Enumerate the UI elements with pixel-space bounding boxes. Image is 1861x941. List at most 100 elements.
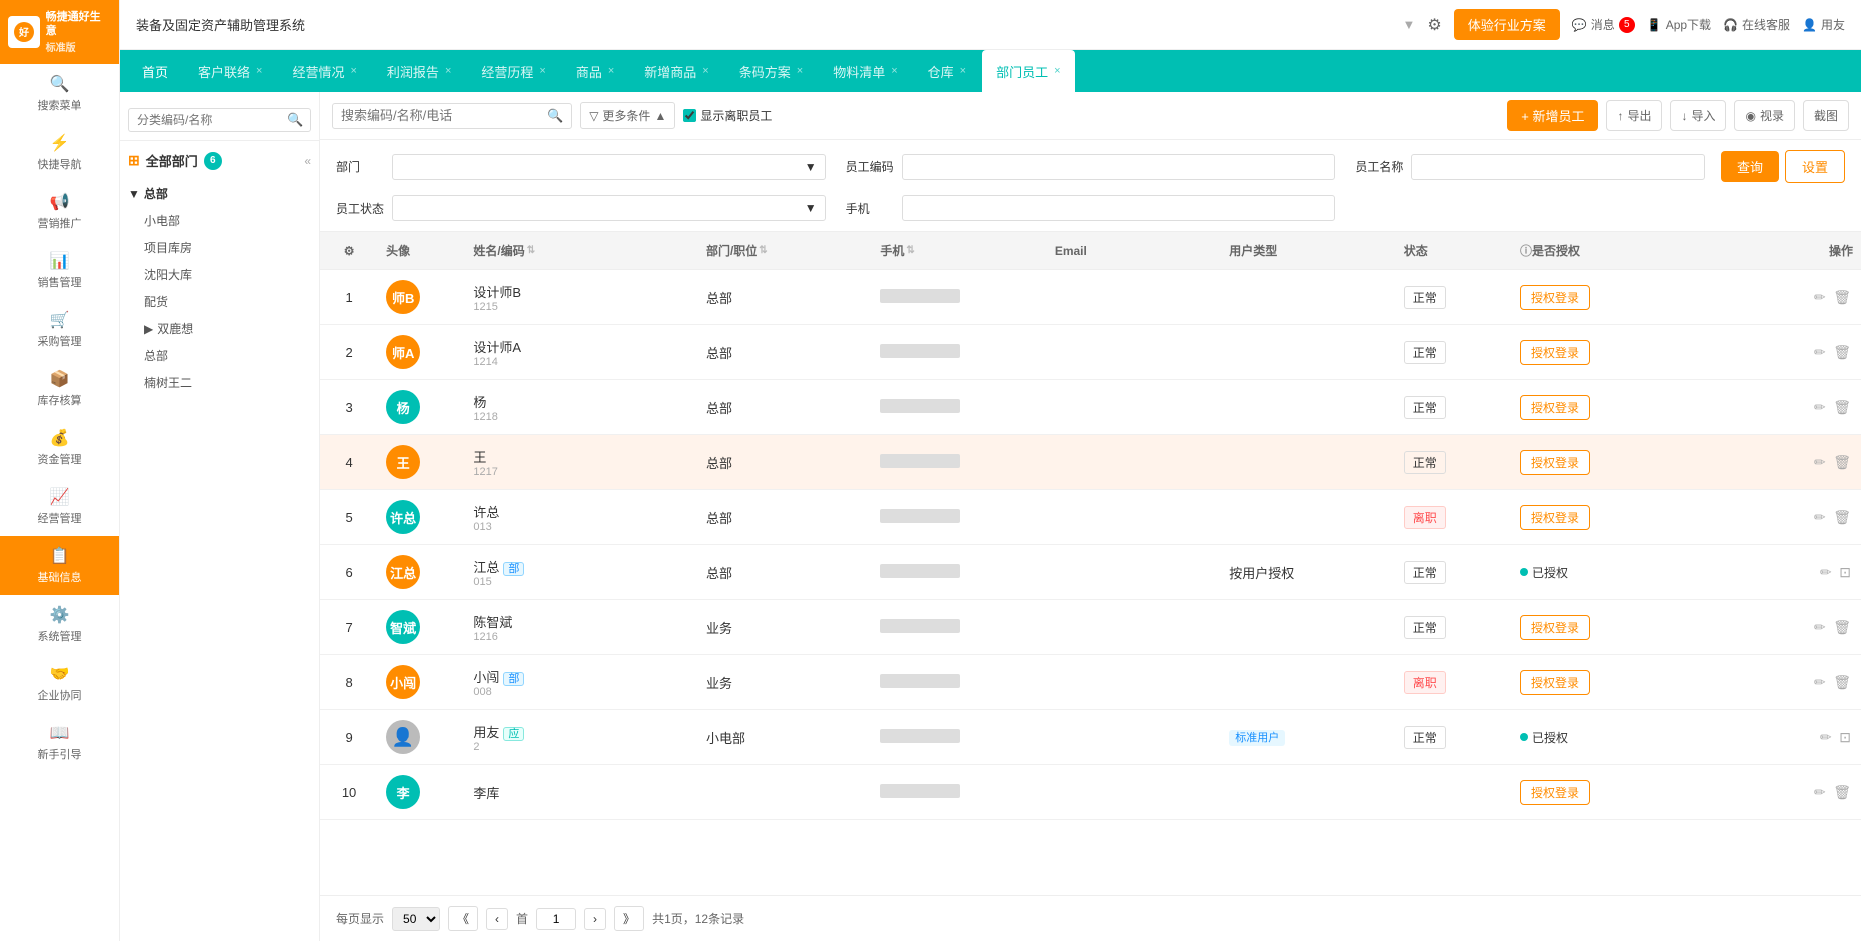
next-page-btn[interactable]: ›	[584, 908, 606, 930]
tab-new-goods[interactable]: 新增商品 ×	[630, 50, 722, 92]
row6-edit-btn[interactable]: ✏	[1818, 562, 1834, 583]
bom-tab-close[interactable]: ×	[891, 65, 897, 77]
dept-item-zongbu-group[interactable]: ▼ 总部	[120, 180, 319, 207]
settings-form-button[interactable]: 设置	[1785, 150, 1845, 183]
import-button[interactable]: ↓ 导入	[1670, 100, 1726, 131]
sidebar-item-guide[interactable]: 📖 新手引导	[0, 713, 119, 772]
col-name[interactable]: 姓名/编码 ⇅	[465, 232, 698, 270]
row3-auth-btn[interactable]: 授权登录	[1520, 395, 1590, 420]
row2-edit-btn[interactable]: ✏	[1812, 342, 1828, 363]
row9-copy-btn[interactable]: ⊡	[1837, 727, 1853, 748]
search-icon[interactable]: 🔍	[547, 108, 563, 124]
row6-copy-btn[interactable]: ⊡	[1837, 562, 1853, 583]
row4-delete-btn[interactable]: 🗑	[1831, 452, 1853, 473]
goods-tab-close[interactable]: ×	[608, 65, 614, 77]
dept-item-xmku[interactable]: 项目库房	[120, 234, 319, 261]
tab-bom[interactable]: 物料清单 ×	[819, 50, 911, 92]
filter-phone-input[interactable]	[902, 195, 1336, 221]
sidebar-item-marketing[interactable]: 📢 营销推广	[0, 182, 119, 241]
profit-tab-close[interactable]: ×	[445, 65, 451, 77]
dept-item-peihuo[interactable]: 配货	[120, 288, 319, 315]
dept-collapse-btn[interactable]: «	[304, 154, 311, 168]
row3-edit-btn[interactable]: ✏	[1812, 397, 1828, 418]
row4-auth-btn[interactable]: 授权登录	[1520, 450, 1590, 475]
more-filter-btn[interactable]: ▽ 更多条件 ▲	[580, 102, 675, 129]
sidebar-item-purchase[interactable]: 🛒 采购管理	[0, 300, 119, 359]
tab-operations[interactable]: 经营情况 ×	[278, 50, 370, 92]
message-button[interactable]: 💬 消息 5	[1572, 16, 1635, 33]
warehouse-tab-close[interactable]: ×	[960, 65, 966, 77]
sidebar-item-system[interactable]: ⚙️ 系统管理	[0, 595, 119, 654]
row3-delete-btn[interactable]: 🗑	[1831, 397, 1853, 418]
col-settings[interactable]: ⚙	[320, 232, 378, 270]
sidebar-item-quicknav[interactable]: ⚡ 快捷导航	[0, 123, 119, 182]
row4-edit-btn[interactable]: ✏	[1812, 452, 1828, 473]
user-button[interactable]: 👤 用友	[1802, 16, 1845, 33]
tab-barcode[interactable]: 条码方案 ×	[725, 50, 817, 92]
sidebar-item-sales[interactable]: 📊 销售管理	[0, 241, 119, 300]
export-button[interactable]: ↑ 导出	[1606, 100, 1662, 131]
sidebar-item-inventory[interactable]: 📦 库存核算	[0, 359, 119, 418]
row8-edit-btn[interactable]: ✏	[1812, 672, 1828, 693]
tab-customer[interactable]: 客户联络 ×	[184, 50, 276, 92]
tab-goods[interactable]: 商品 ×	[562, 50, 628, 92]
add-employee-button[interactable]: + 新增员工	[1507, 100, 1598, 131]
last-page-btn[interactable]: 》	[614, 906, 644, 931]
row10-edit-btn[interactable]: ✏	[1812, 782, 1828, 803]
view-button[interactable]: ◉ 视录	[1734, 100, 1795, 131]
prev-page-btn[interactable]: ‹	[486, 908, 508, 930]
new-goods-tab-close[interactable]: ×	[702, 65, 708, 77]
online-service-button[interactable]: 🎧 在线客服	[1723, 16, 1790, 33]
tab-warehouse[interactable]: 仓库 ×	[914, 50, 980, 92]
col-dept[interactable]: 部门/职位 ⇅	[698, 232, 872, 270]
filter-code-input[interactable]	[902, 154, 1336, 180]
dept-item-nanshu[interactable]: 楠树王二	[120, 369, 319, 396]
app-download-button[interactable]: 📱 App下载	[1647, 16, 1711, 33]
row7-auth-btn[interactable]: 授权登录	[1520, 615, 1590, 640]
trial-button[interactable]: 体验行业方案	[1454, 9, 1560, 40]
row5-auth-btn[interactable]: 授权登录	[1520, 505, 1590, 530]
filter-status-select[interactable]: ▼	[392, 195, 826, 221]
operations-tab-close[interactable]: ×	[350, 65, 356, 77]
dept-item-shuanglu[interactable]: ▶ 双鹿想	[120, 315, 319, 342]
tab-employees[interactable]: 部门员工 ×	[982, 50, 1074, 92]
search-input[interactable]	[341, 108, 541, 123]
sidebar-item-collab[interactable]: 🤝 企业协同	[0, 654, 119, 713]
sidebar-item-basic[interactable]: 📋 基础信息	[0, 536, 119, 595]
history-tab-close[interactable]: ×	[539, 65, 545, 77]
dept-item-shenyang[interactable]: 沈阳大库	[120, 261, 319, 288]
row2-delete-btn[interactable]: 🗑	[1831, 342, 1853, 363]
row1-delete-btn[interactable]: 🗑	[1831, 287, 1853, 308]
row8-auth-btn[interactable]: 授权登录	[1520, 670, 1590, 695]
tab-history[interactable]: 经营历程 ×	[467, 50, 559, 92]
settings-button[interactable]: ⚙	[1427, 15, 1441, 35]
row7-delete-btn[interactable]: 🗑	[1831, 617, 1853, 638]
sidebar-item-search[interactable]: 🔍 搜索菜单	[0, 64, 119, 123]
employees-tab-close[interactable]: ×	[1054, 65, 1060, 77]
sidebar-item-operations[interactable]: 📈 经营管理	[0, 477, 119, 536]
dept-search-input[interactable]	[128, 108, 311, 132]
page-input[interactable]	[536, 908, 576, 930]
tab-profit[interactable]: 利润报告 ×	[373, 50, 465, 92]
row2-auth-btn[interactable]: 授权登录	[1520, 340, 1590, 365]
dept-item-zongbu-sub[interactable]: 总部	[120, 342, 319, 369]
col-phone[interactable]: 手机 ⇅	[872, 232, 1046, 270]
sidebar-item-finance[interactable]: 💰 资金管理	[0, 418, 119, 477]
dropdown-arrow-icon[interactable]: ▼	[1403, 17, 1416, 32]
dept-all-header[interactable]: ⊞ 全部部门 6 «	[120, 145, 319, 176]
row7-edit-btn[interactable]: ✏	[1812, 617, 1828, 638]
filter-dept-select[interactable]: ▼	[392, 154, 826, 180]
show-resigned-input[interactable]	[683, 109, 696, 122]
row10-delete-btn[interactable]: 🗑	[1831, 782, 1853, 803]
query-button[interactable]: 查询	[1721, 151, 1779, 182]
barcode-tab-close[interactable]: ×	[797, 65, 803, 77]
page-size-select[interactable]: 50	[392, 907, 440, 931]
row1-edit-btn[interactable]: ✏	[1812, 287, 1828, 308]
show-resigned-checkbox[interactable]: 显示离职员工	[683, 107, 772, 124]
row8-delete-btn[interactable]: 🗑	[1831, 672, 1853, 693]
row10-auth-btn[interactable]: 授权登录	[1520, 780, 1590, 805]
tab-home[interactable]: 首页	[128, 50, 182, 92]
first-page-btn[interactable]: 《	[448, 906, 478, 931]
row5-edit-btn[interactable]: ✏	[1812, 507, 1828, 528]
row1-auth-btn[interactable]: 授权登录	[1520, 285, 1590, 310]
